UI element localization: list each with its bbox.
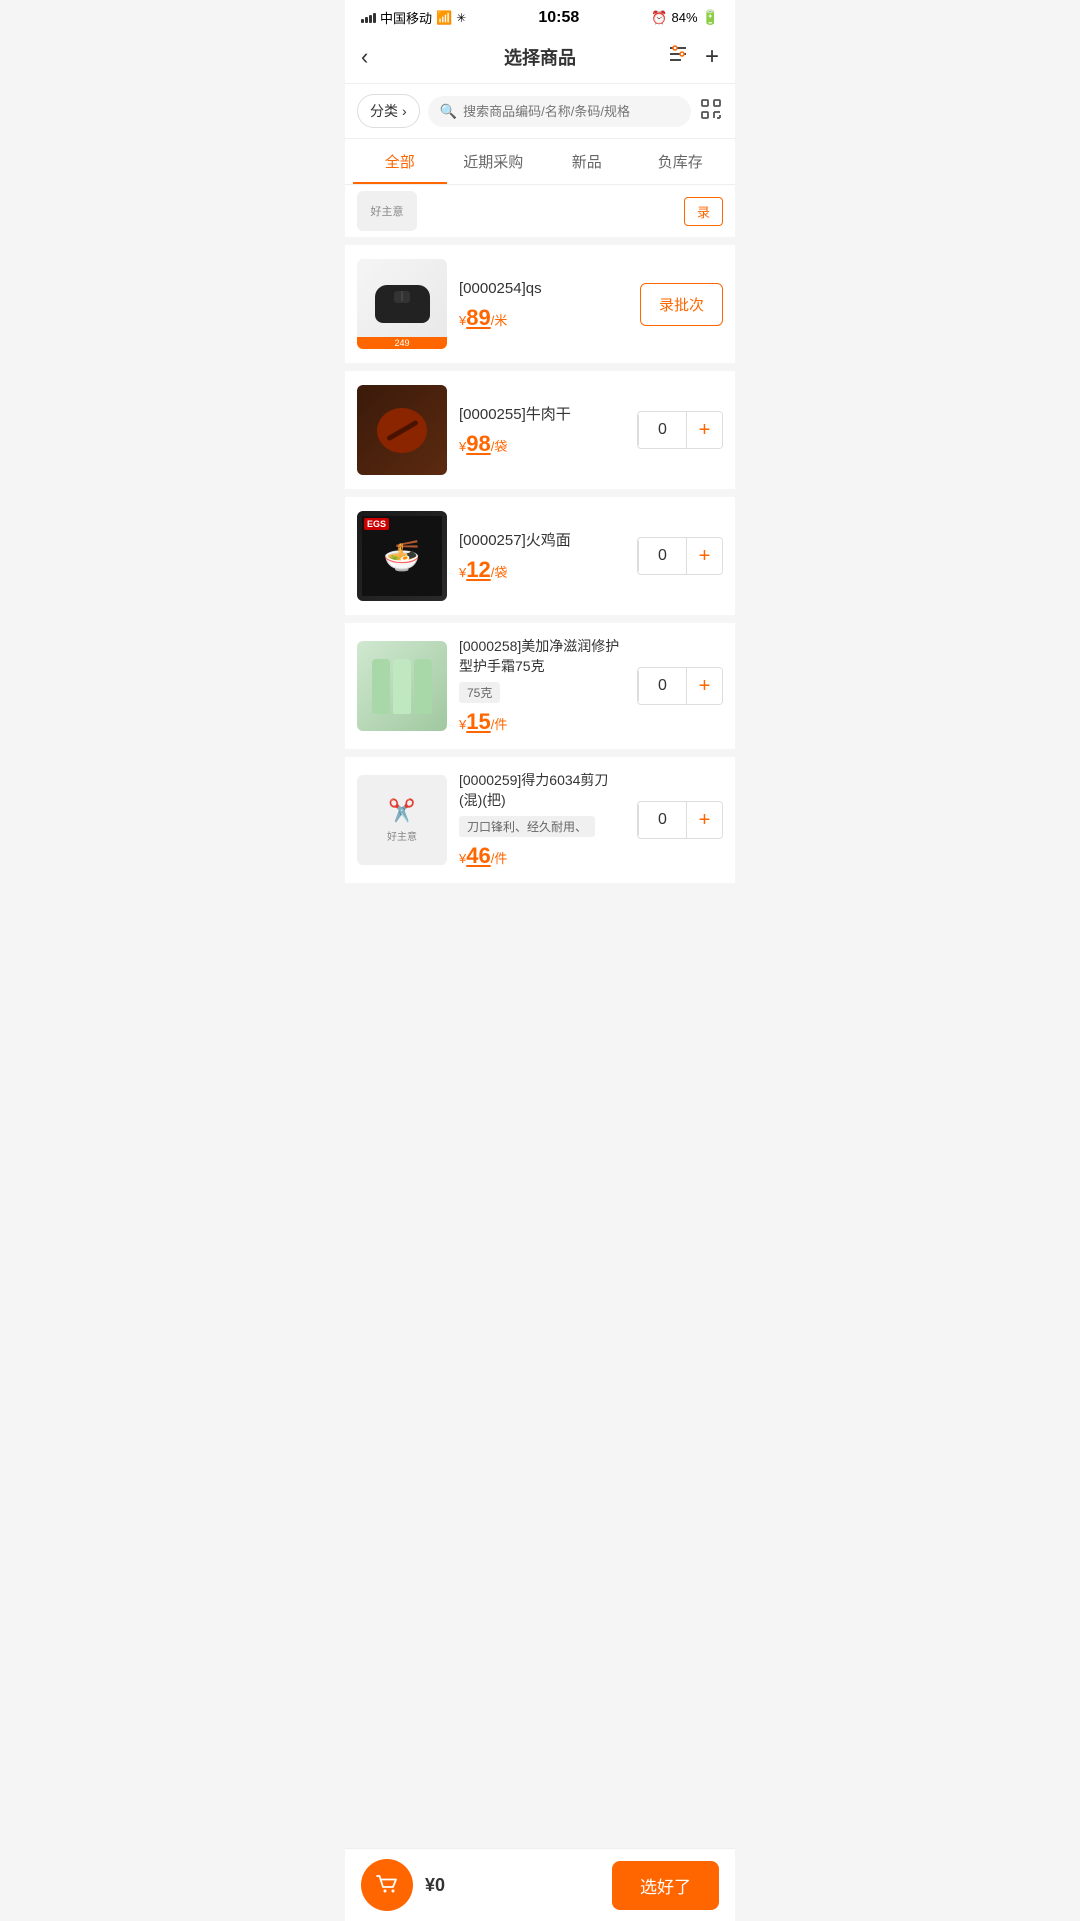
- qty-stepper-0000258: 0 +: [637, 667, 723, 705]
- product-image-0000255: [357, 385, 447, 475]
- filter-tabs: 全部 近期采购 新品 负库存: [345, 139, 735, 185]
- product-name-0000257: [0000257]火鸡面: [459, 530, 625, 551]
- qty-stepper-0000255: 0 +: [637, 411, 723, 449]
- product-price-0000258: ¥15/件: [459, 709, 625, 735]
- header: ‹ 选择商品 +: [345, 31, 735, 84]
- status-bar: 中国移动 📶 ✳ 10:58 ⏰ 84% 🔋: [345, 0, 735, 31]
- search-icon: 🔍: [440, 103, 457, 120]
- product-actions-0000254: 录批次: [640, 283, 723, 326]
- signal-icon: [361, 13, 376, 23]
- wifi-icon: 📶: [436, 10, 452, 26]
- scan-button[interactable]: [699, 97, 723, 126]
- add-button[interactable]: +: [705, 43, 719, 71]
- product-list: 249 [0000254]qs ¥89/米 录批次 [0000255]牛肉干 ¥…: [345, 245, 735, 883]
- product-price-0000259: ¥46/件: [459, 843, 625, 869]
- product-item-0000259: ✂️ 好主意 [0000259]得力6034剪刀(混)(把) 刀口锋利、经久耐用…: [345, 757, 735, 883]
- product-image-0000257: 🍜 EGS: [357, 511, 447, 601]
- product-item-0000254: 249 [0000254]qs ¥89/米 录批次: [345, 245, 735, 363]
- partial-row: 好主意 录: [345, 185, 735, 237]
- tab-recent[interactable]: 近期采购: [447, 139, 541, 184]
- partial-product-image: 好主意: [357, 191, 417, 231]
- product-tag-0000258: 75克: [459, 682, 500, 703]
- category-arrow: ›: [402, 103, 407, 119]
- product-price-0000257: ¥12/袋: [459, 557, 625, 583]
- product-price-0000255: ¥98/袋: [459, 431, 625, 457]
- qty-display-0000257: 0: [638, 541, 686, 571]
- batch-button-0000254[interactable]: 录批次: [640, 283, 723, 326]
- category-label: 分类: [370, 101, 398, 121]
- header-left: ‹: [361, 44, 368, 70]
- product-name-0000259: [0000259]得力6034剪刀(混)(把): [459, 771, 625, 810]
- tab-all[interactable]: 全部: [353, 139, 447, 184]
- sync-icon: ✳: [456, 11, 466, 25]
- product-info-0000258: [0000258]美加净滋润修护型护手霜75克 75克 ¥15/件: [459, 637, 625, 735]
- status-right: ⏰ 84% 🔋: [651, 9, 719, 26]
- product-item-0000255: [0000255]牛肉干 ¥98/袋 0 +: [345, 371, 735, 489]
- product-actions-0000257: 0 +: [637, 537, 723, 575]
- clock: 10:58: [538, 9, 579, 27]
- status-left: 中国移动 📶 ✳: [361, 8, 466, 27]
- qty-display-0000255: 0: [638, 415, 686, 445]
- battery-icon: 🔋: [702, 9, 719, 26]
- qty-display-0000258: 0: [638, 671, 686, 701]
- search-input[interactable]: [463, 104, 679, 119]
- product-price-0000254: ¥89/米: [459, 305, 628, 331]
- product-name-0000258: [0000258]美加净滋润修护型护手霜75克: [459, 637, 625, 676]
- product-image-0000258: [357, 641, 447, 731]
- tab-negative[interactable]: 负库存: [634, 139, 728, 184]
- product-actions-0000255: 0 +: [637, 411, 723, 449]
- bottom-bar: ¥0 选好了: [345, 1848, 735, 1921]
- back-button[interactable]: ‹: [361, 44, 368, 70]
- qty-display-0000259: 0: [638, 805, 686, 835]
- tab-new[interactable]: 新品: [540, 139, 634, 184]
- confirm-button[interactable]: 选好了: [612, 1861, 719, 1910]
- product-item-0000258: [0000258]美加净滋润修护型护手霜75克 75克 ¥15/件 0 +: [345, 623, 735, 749]
- carrier-label: 中国移动: [380, 8, 432, 27]
- filter-icon[interactable]: [667, 43, 689, 71]
- product-image-0000259: ✂️ 好主意: [357, 775, 447, 865]
- qty-plus-0000257[interactable]: +: [686, 538, 722, 574]
- page-title: 选择商品: [504, 44, 576, 70]
- partial-batch-btn[interactable]: 录: [684, 197, 723, 226]
- qty-plus-0000259[interactable]: +: [686, 802, 722, 838]
- product-image-0000254: 249: [357, 259, 447, 349]
- qty-stepper-0000257: 0 +: [637, 537, 723, 575]
- product-img-label-0000259: ✂️ 好主意: [387, 798, 417, 843]
- total-amount: ¥0: [425, 1875, 600, 1896]
- product-actions-0000259: 0 +: [637, 801, 723, 839]
- product-name-0000254: [0000254]qs: [459, 278, 628, 299]
- product-info-0000255: [0000255]牛肉干 ¥98/袋: [459, 404, 625, 457]
- partial-img-label: 好主意: [371, 203, 404, 219]
- product-item-0000257: 🍜 EGS [0000257]火鸡面 ¥12/袋 0 +: [345, 497, 735, 615]
- category-button[interactable]: 分类 ›: [357, 94, 420, 128]
- product-info-0000257: [0000257]火鸡面 ¥12/袋: [459, 530, 625, 583]
- product-name-0000255: [0000255]牛肉干: [459, 404, 625, 425]
- product-actions-0000258: 0 +: [637, 667, 723, 705]
- qty-stepper-0000259: 0 +: [637, 801, 723, 839]
- search-area: 分类 › 🔍: [345, 84, 735, 139]
- qty-plus-0000255[interactable]: +: [686, 412, 722, 448]
- qty-plus-0000258[interactable]: +: [686, 668, 722, 704]
- product-info-0000254: [0000254]qs ¥89/米: [459, 278, 628, 331]
- search-box: 🔍: [428, 96, 691, 127]
- product-tag-0000259: 刀口锋利、经久耐用、: [459, 816, 595, 837]
- battery-label: 84%: [672, 10, 698, 25]
- header-right: +: [667, 43, 719, 71]
- product-info-0000259: [0000259]得力6034剪刀(混)(把) 刀口锋利、经久耐用、 ¥46/件: [459, 771, 625, 869]
- cart-button[interactable]: [361, 1859, 413, 1911]
- alarm-icon: ⏰: [651, 10, 667, 26]
